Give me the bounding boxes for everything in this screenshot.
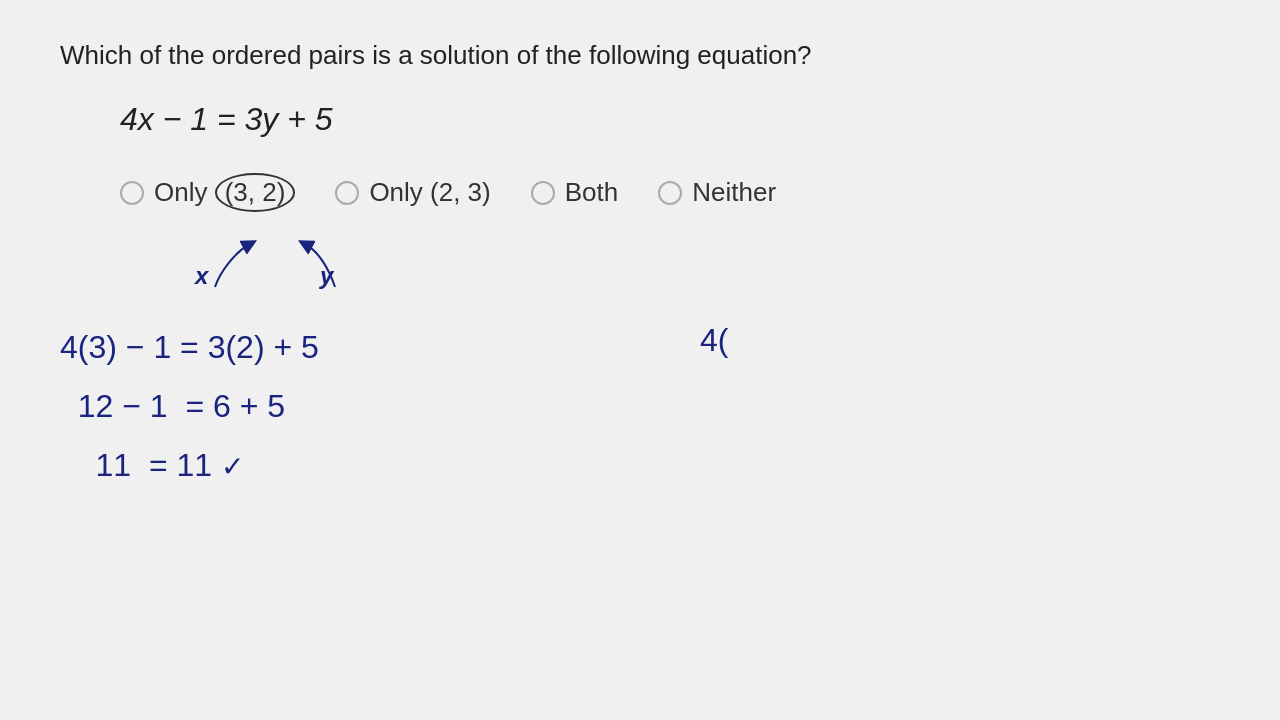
option-3-label: Both	[565, 177, 619, 208]
work-area: 4(3) − 1 = 3(2) + 5 12 − 1 = 6 + 5 11 = …	[60, 322, 1220, 492]
work-line-3: 11 = 11 ✓	[60, 440, 1220, 491]
annotation-area: x y	[120, 232, 1220, 312]
work-line-2: 12 − 1 = 6 + 5	[60, 381, 1220, 432]
option-2[interactable]: Only (2, 3)	[335, 177, 490, 208]
handwritten-right: 4(	[700, 322, 728, 359]
option-1[interactable]: Only (3, 2)	[120, 173, 295, 212]
question-text: Which of the ordered pairs is a solution…	[60, 40, 1220, 71]
option-4-label: Neither	[692, 177, 776, 208]
main-container: Which of the ordered pairs is a solution…	[0, 0, 1280, 720]
checkmark: ✓	[221, 451, 244, 482]
x-annotation-label: x	[195, 262, 208, 290]
option-2-label: Only (2, 3)	[369, 177, 490, 208]
options-row: Only (3, 2) Only (2, 3) Both Neither	[120, 173, 1220, 212]
radio-option-4[interactable]	[658, 181, 682, 205]
equation: 4x − 1 = 3y + 5	[120, 101, 1220, 138]
handwritten-work: 4(3) − 1 = 3(2) + 5 12 − 1 = 6 + 5 11 = …	[60, 322, 1220, 492]
y-annotation-label: y	[320, 262, 333, 290]
option-1-label: Only (3, 2)	[154, 173, 295, 212]
radio-option-1[interactable]	[120, 181, 144, 205]
option-4[interactable]: Neither	[658, 177, 776, 208]
radio-option-2[interactable]	[335, 181, 359, 205]
work-line-1: 4(3) − 1 = 3(2) + 5	[60, 322, 1220, 373]
option-3[interactable]: Both	[531, 177, 619, 208]
radio-option-3[interactable]	[531, 181, 555, 205]
